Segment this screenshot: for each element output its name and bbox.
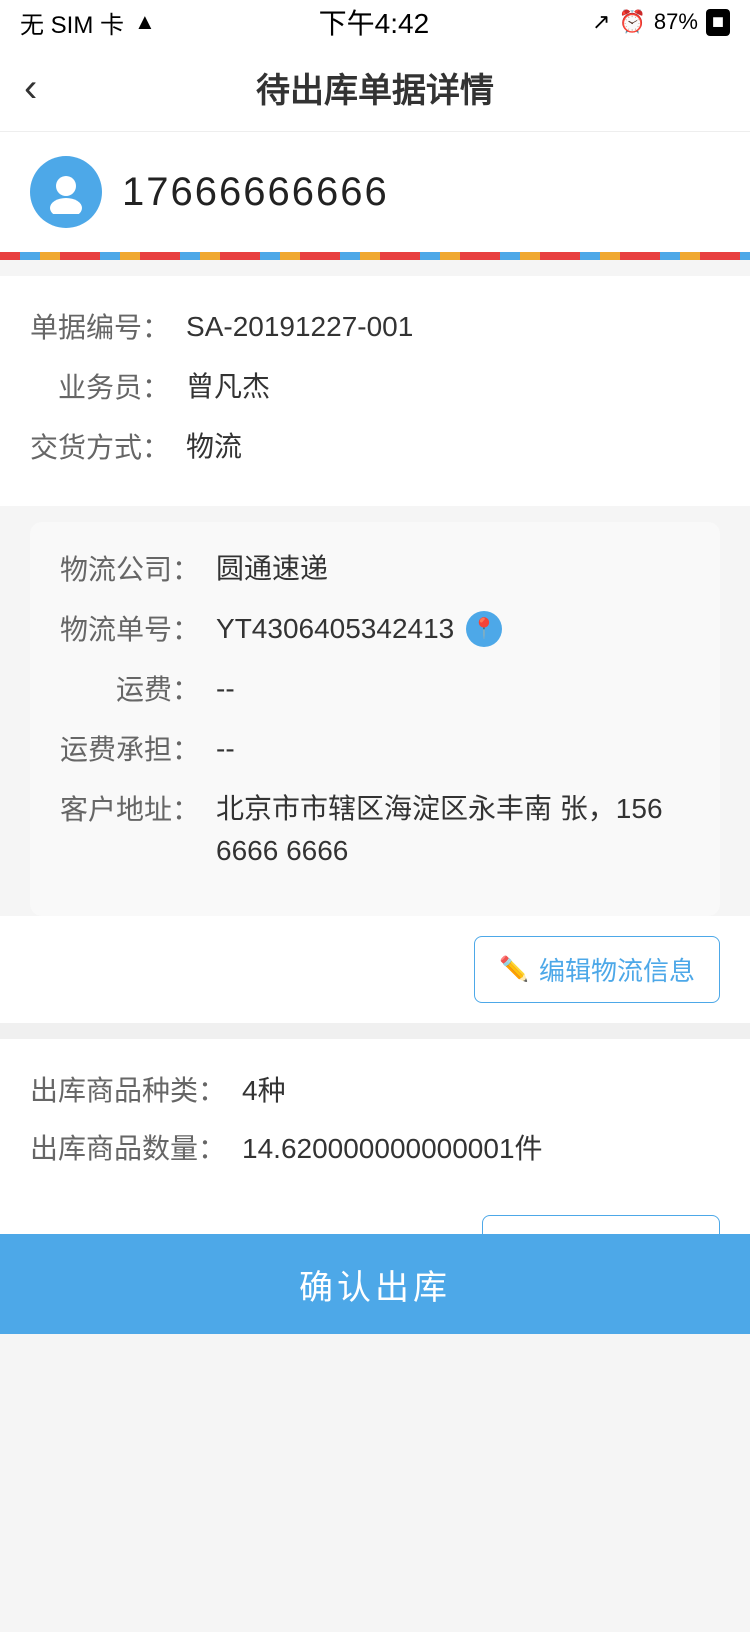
tracking-no-row: 物流单号： YT43064053424​13 bbox=[60, 608, 690, 650]
customer-header: 17666666666 bbox=[0, 132, 750, 252]
address-row: 客户地址： 北京市市辖区海淀区永丰南 张，156 6666 6666 bbox=[60, 788, 690, 872]
freight-bearer-value: -- bbox=[216, 728, 690, 770]
wifi-icon: ▲ bbox=[134, 9, 156, 35]
order-no-row: 单据编号： SA-20191227-001 bbox=[30, 306, 720, 348]
alarm-icon: ⏰ bbox=[618, 9, 645, 35]
avatar bbox=[30, 156, 102, 228]
confirm-button[interactable]: 确认出库 bbox=[0, 1234, 750, 1334]
edit-icon: ✏️ bbox=[499, 955, 529, 984]
salesperson-label: 业务员： bbox=[30, 366, 170, 406]
freight-row: 运费： -- bbox=[60, 668, 690, 710]
location-status-icon: ↗ bbox=[592, 9, 610, 35]
status-time: 下午4:42 bbox=[319, 2, 430, 42]
goods-types-label: 出库商品种类： bbox=[30, 1069, 226, 1109]
goods-types-row: 出库商品种类： 4种 bbox=[30, 1069, 720, 1109]
carrier-text: 无 SIM 卡 bbox=[20, 5, 124, 40]
order-info-section: 单据编号： SA-20191227-001 业务员： 曾凡杰 交货方式： 物流 bbox=[0, 276, 750, 506]
battery-icon: ■ bbox=[706, 9, 730, 36]
logistics-company-value: 圆通速递 bbox=[216, 548, 690, 590]
freight-label: 运费： bbox=[60, 668, 200, 708]
back-button[interactable]: ‹ bbox=[24, 68, 37, 108]
page-title: 待出库单据详情 bbox=[256, 63, 494, 112]
salesperson-row: 业务员： 曾凡杰 bbox=[30, 366, 720, 408]
tracking-no-label: 物流单号： bbox=[60, 608, 200, 648]
battery-text: 87% bbox=[654, 9, 698, 35]
freight-bearer-row: 运费承担： -- bbox=[60, 728, 690, 770]
edit-btn-label: 编辑物流信息 bbox=[539, 951, 695, 988]
page-spacer bbox=[0, 1312, 750, 1532]
dashed-divider bbox=[0, 252, 750, 260]
freight-bearer-label: 运费承担： bbox=[60, 728, 200, 768]
status-left: 无 SIM 卡 ▲ bbox=[20, 5, 156, 40]
logistics-company-label: 物流公司： bbox=[60, 548, 200, 588]
section-divider bbox=[0, 1023, 750, 1039]
order-no-label: 单据编号： bbox=[30, 306, 170, 346]
address-value: 北京市市辖区海淀区永丰南 张，156 6666 6666 bbox=[216, 788, 690, 872]
goods-quantity-value: 14.620000000000001件 bbox=[242, 1127, 543, 1167]
order-no-value: SA-20191227-001 bbox=[186, 306, 720, 348]
salesperson-value: 曾凡杰 bbox=[186, 366, 720, 408]
delivery-method-label: 交货方式： bbox=[30, 426, 170, 466]
tracking-no-value: YT43064053424​13 bbox=[216, 608, 690, 650]
goods-section: 出库商品种类： 4种 出库商品数量： 14.620000000000001件 bbox=[0, 1039, 750, 1205]
goods-types-value: 4种 bbox=[242, 1069, 286, 1109]
address-label: 客户地址： bbox=[60, 788, 200, 828]
customer-phone: 17666666666 bbox=[122, 170, 389, 215]
delivery-method-row: 交货方式： 物流 bbox=[30, 426, 720, 468]
delivery-method-value: 物流 bbox=[186, 426, 720, 468]
status-right: ↗ ⏰ 87% ■ bbox=[592, 9, 730, 36]
nav-bar: ‹ 待出库单据详情 bbox=[0, 44, 750, 132]
logistics-card: 物流公司： 圆通速递 物流单号： YT43064053424​13 运费： --… bbox=[30, 522, 720, 916]
edit-logistics-button[interactable]: ✏️ 编辑物流信息 bbox=[474, 936, 720, 1003]
status-bar: 无 SIM 卡 ▲ 下午4:42 ↗ ⏰ 87% ■ bbox=[0, 0, 750, 44]
freight-value: -- bbox=[216, 668, 690, 710]
goods-quantity-row: 出库商品数量： 14.620000000000001件 bbox=[30, 1127, 720, 1167]
tracking-location-icon[interactable] bbox=[466, 611, 502, 647]
logistics-company-row: 物流公司： 圆通速递 bbox=[60, 548, 690, 590]
edit-section: ✏️ 编辑物流信息 bbox=[0, 916, 750, 1023]
goods-quantity-label: 出库商品数量： bbox=[30, 1127, 226, 1167]
user-icon bbox=[44, 170, 88, 214]
confirm-btn-label: 确认出库 bbox=[299, 1260, 451, 1309]
